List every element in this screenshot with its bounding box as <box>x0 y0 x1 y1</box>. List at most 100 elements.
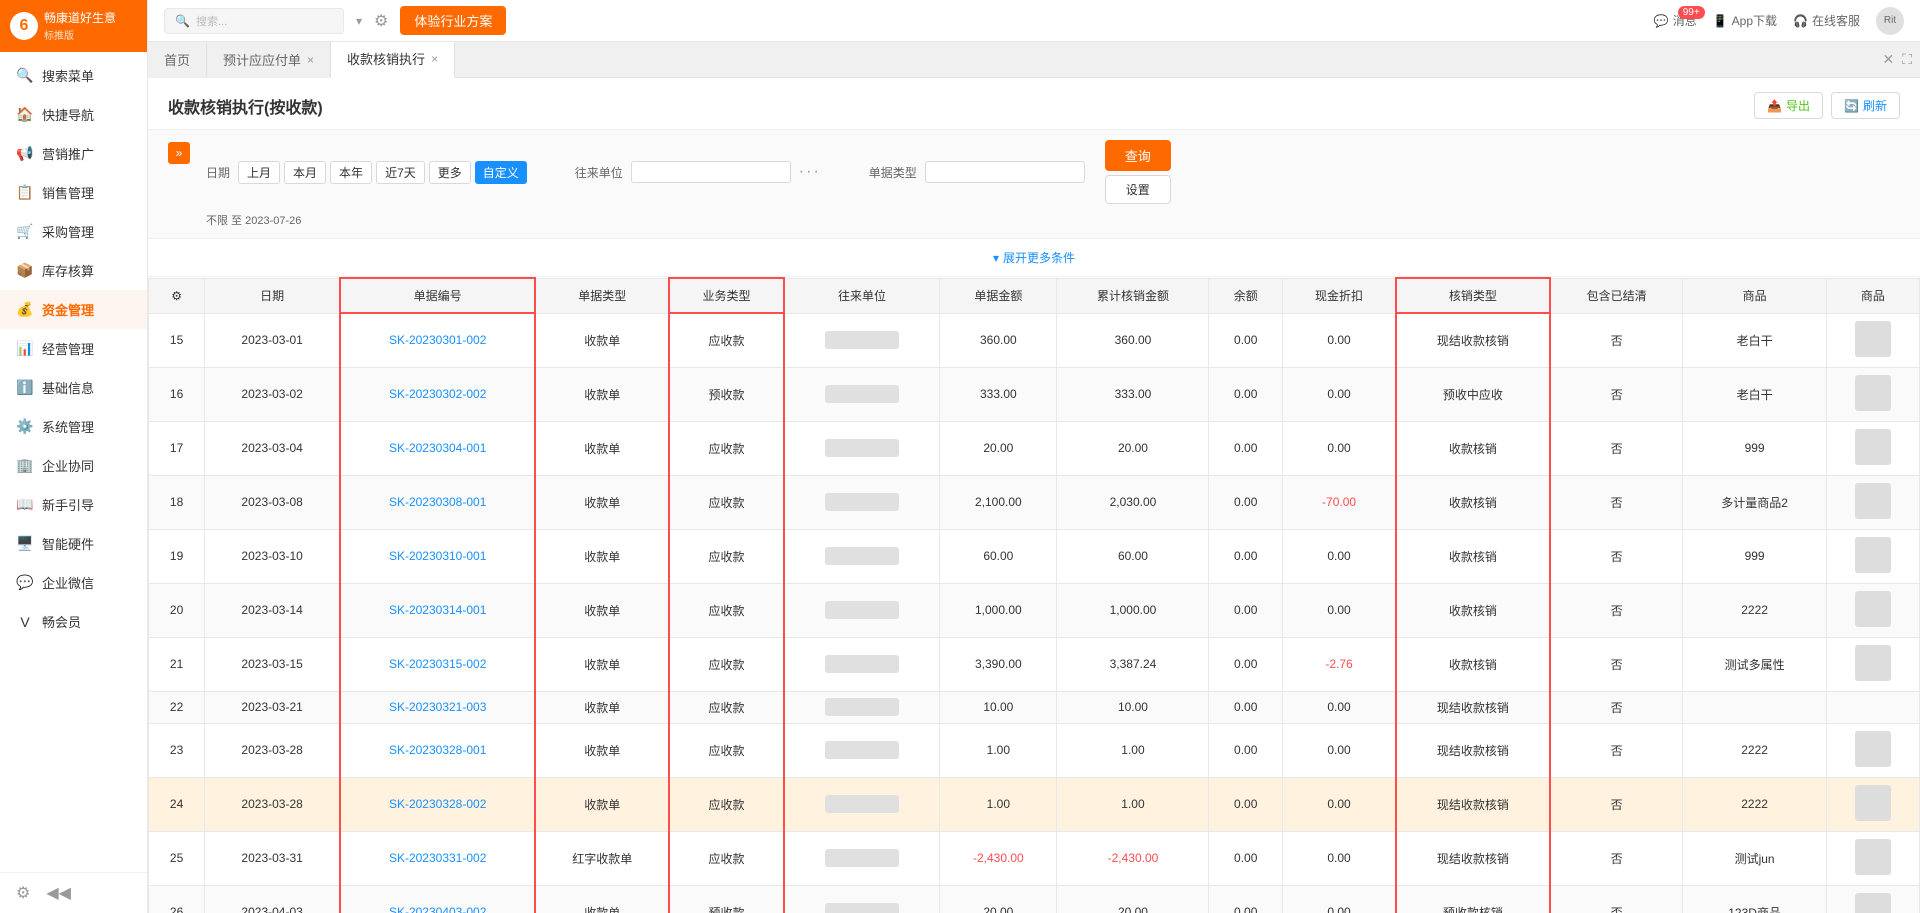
sidebar-item-finance[interactable]: 💰 资金管理 <box>0 290 147 329</box>
cell-date: 2023-03-08 <box>205 475 340 529</box>
sidebar-label-quick-nav: 快捷导航 <box>42 105 94 124</box>
tab-prepay[interactable]: 预计应应付单 × <box>207 42 331 78</box>
partner-masked: ████ <box>825 331 899 349</box>
expand-more-button[interactable]: ▾ 展开更多条件 <box>993 243 1075 272</box>
th-cash-discount: 现金折扣 <box>1283 278 1397 313</box>
collapse-icon[interactable]: ◀◀ <box>46 883 71 903</box>
user-avatar[interactable]: Rit <box>1876 7 1904 35</box>
table-row: 19 2023-03-10 SK-20230310-001 收款单 应收款 ██… <box>149 529 1920 583</box>
cell-biz-type: 预收款 <box>669 367 783 421</box>
cell-product: 多计量商品2 <box>1683 475 1826 529</box>
topbar-message[interactable]: 💬 消息 99+ <box>1654 12 1697 29</box>
filter-toggle-button[interactable]: » <box>168 142 190 164</box>
settings-bottom-icon[interactable]: ⚙ <box>16 883 30 903</box>
tab-home[interactable]: 首页 <box>148 42 207 78</box>
bill-no-link[interactable]: SK-20230301-002 <box>389 333 486 347</box>
cell-product: 123D商品 <box>1683 885 1826 913</box>
filter-date-last-month[interactable]: 上月 <box>238 161 280 184</box>
tab-collect-verify-close[interactable]: × <box>431 52 438 66</box>
bill-no-link[interactable]: SK-20230308-001 <box>389 495 486 509</box>
cell-bill-no: SK-20230328-001 <box>340 723 535 777</box>
tab-close-all-icon[interactable]: ✕ <box>1882 51 1894 68</box>
sidebar-item-guide[interactable]: 📖 新手引导 <box>0 485 147 524</box>
cell-bill-no: SK-20230301-002 <box>340 313 535 367</box>
bill-no-link[interactable]: SK-20230314-001 <box>389 603 486 617</box>
sidebar-label-wechat: 企业微信 <box>42 573 94 592</box>
refresh-icon: 🔄 <box>1844 99 1859 113</box>
sidebar-item-wechat[interactable]: 💬 企业微信 <box>0 563 147 602</box>
filter-partner-input[interactable] <box>631 161 791 183</box>
sidebar-item-quick-nav[interactable]: 🏠 快捷导航 <box>0 95 147 134</box>
sidebar-item-sales[interactable]: 📋 销售管理 <box>0 173 147 212</box>
sidebar-item-operation[interactable]: 📊 经营管理 <box>0 329 147 368</box>
query-button[interactable]: 查询 <box>1105 140 1171 171</box>
bill-no-link[interactable]: SK-20230403-002 <box>389 905 486 913</box>
th-product: 商品 <box>1683 278 1826 313</box>
cell-bill-no: SK-20230304-001 <box>340 421 535 475</box>
filter-billtype-select[interactable] <box>925 161 1085 183</box>
sidebar-item-marketing[interactable]: 📢 营销推广 <box>0 134 147 173</box>
filter-action-buttons: 查询 设置 <box>1105 140 1171 204</box>
filter-date-custom[interactable]: 自定义 <box>475 161 527 184</box>
cell-verify-type: 预收中应收 <box>1396 367 1550 421</box>
cell-partner: ████ <box>784 777 940 831</box>
service-label: 在线客服 <box>1812 12 1860 29</box>
sidebar-label-basic: 基础信息 <box>42 378 94 397</box>
filter-date-more[interactable]: 更多 <box>429 161 471 184</box>
topbar-gear-icon[interactable]: ⚙ <box>374 11 388 31</box>
topbar-online-service[interactable]: 🎧 在线客服 <box>1793 12 1860 29</box>
sidebar-item-basic[interactable]: ℹ️ 基础信息 <box>0 368 147 407</box>
bill-no-link[interactable]: SK-20230331-002 <box>389 851 486 865</box>
bill-no-link[interactable]: SK-20230328-001 <box>389 743 486 757</box>
bill-no-link[interactable]: SK-20230302-002 <box>389 387 486 401</box>
cell-seq: 20 <box>149 583 205 637</box>
cell-bill-amount: 1,000.00 <box>940 583 1057 637</box>
system-icon: ⚙️ <box>16 418 34 435</box>
tab-collect-verify[interactable]: 收款核销执行 × <box>331 42 455 78</box>
bill-no-link[interactable]: SK-20230315-002 <box>389 657 486 671</box>
th-settings[interactable]: ⚙ <box>149 278 205 313</box>
bill-no-link[interactable]: SK-20230328-002 <box>389 797 486 811</box>
cell-seq: 16 <box>149 367 205 421</box>
sidebar-label-inventory: 库存核算 <box>42 261 94 280</box>
cell-seq: 19 <box>149 529 205 583</box>
cell-product2 <box>1826 529 1919 583</box>
filter-date-this-month[interactable]: 本月 <box>284 161 326 184</box>
bill-no-link[interactable]: SK-20230310-001 <box>389 549 486 563</box>
app-label: App下载 <box>1732 12 1777 29</box>
cell-verify-type: 现结收款核销 <box>1396 831 1550 885</box>
sidebar-item-corp[interactable]: 🏢 企业协同 <box>0 446 147 485</box>
filter-billtype-label: 单据类型 <box>869 164 917 181</box>
cell-product2 <box>1826 777 1919 831</box>
sidebar-label-guide: 新手引导 <box>42 495 94 514</box>
cell-product: 测试多属性 <box>1683 637 1826 691</box>
cell-include-settled: 否 <box>1550 583 1683 637</box>
sidebar-item-hardware[interactable]: 🖥️ 智能硬件 <box>0 524 147 563</box>
tab-expand-icon[interactable]: ⛶ <box>1902 51 1912 68</box>
sidebar-item-search[interactable]: 🔍 搜索菜单 <box>0 56 147 95</box>
export-button[interactable]: 📤 导出 <box>1754 92 1823 119</box>
topbar-search[interactable]: 🔍 搜索... <box>164 8 344 34</box>
cell-balance: 0.00 <box>1209 583 1283 637</box>
solution-button[interactable]: 体验行业方案 <box>400 6 506 35</box>
sidebar-item-inventory[interactable]: 📦 库存核算 <box>0 251 147 290</box>
cell-bill-type: 收款单 <box>535 529 669 583</box>
cell-date: 2023-03-28 <box>205 777 340 831</box>
refresh-button[interactable]: 🔄 刷新 <box>1831 92 1900 119</box>
cell-include-settled: 否 <box>1550 723 1683 777</box>
filter-row-date-range: 不限 至 2023-07-26 <box>206 210 1171 228</box>
topbar-app-download[interactable]: 📱 App下载 <box>1713 12 1777 29</box>
bill-no-link[interactable]: SK-20230321-003 <box>389 700 486 714</box>
sidebar-item-system[interactable]: ⚙️ 系统管理 <box>0 407 147 446</box>
tab-prepay-close[interactable]: × <box>307 53 314 67</box>
cell-balance: 0.00 <box>1209 777 1283 831</box>
filter-date-this-year[interactable]: 本年 <box>330 161 372 184</box>
filter-date-7days[interactable]: 近7天 <box>376 161 425 184</box>
search-placeholder: 搜索... <box>196 13 227 29</box>
bill-no-link[interactable]: SK-20230304-001 <box>389 441 486 455</box>
expand-more-icon: ▾ <box>993 251 999 265</box>
content-actions: 📤 导出 🔄 刷新 <box>1754 92 1900 119</box>
sidebar-item-purchase[interactable]: 🛒 采购管理 <box>0 212 147 251</box>
filter-settings-button[interactable]: 设置 <box>1105 175 1171 204</box>
sidebar-item-member[interactable]: V 畅会员 <box>0 602 147 641</box>
